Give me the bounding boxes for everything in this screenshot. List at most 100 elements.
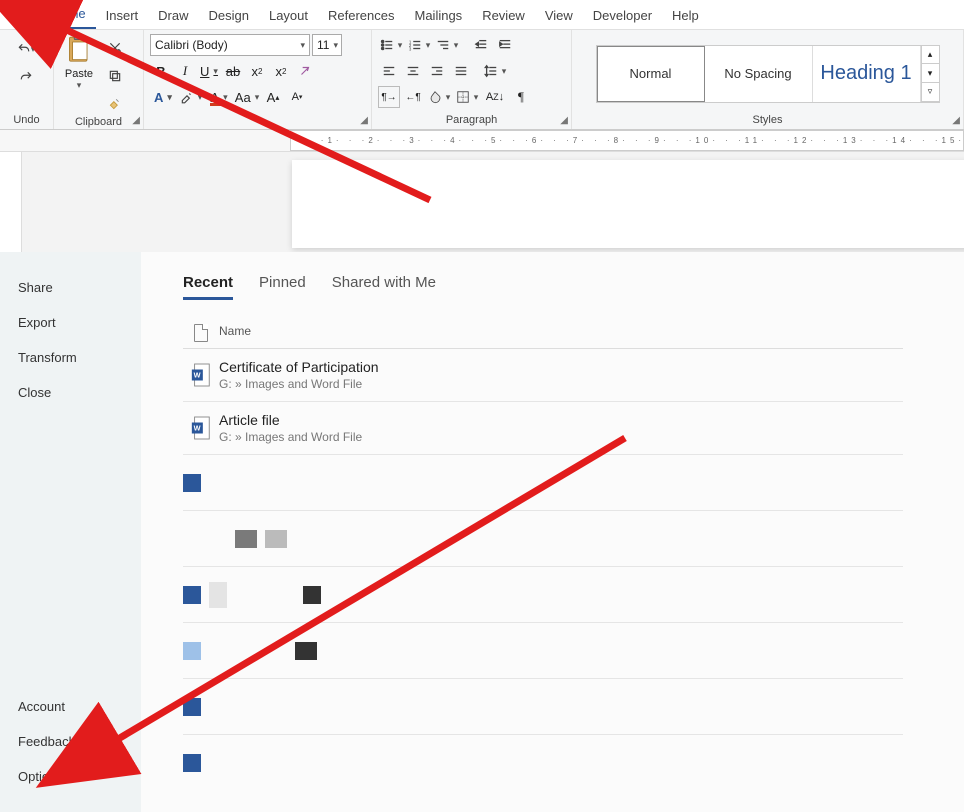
menu-tab-layout[interactable]: Layout — [259, 3, 318, 29]
gallery-up-icon[interactable]: ▴ — [922, 46, 939, 65]
recent-file-list: Name W Certificate of Participation G: »… — [183, 318, 903, 791]
file-row[interactable]: W Article file G: » Images and Word File — [183, 402, 903, 455]
document-page[interactable] — [292, 160, 964, 248]
menu-tab-references[interactable]: References — [318, 3, 404, 29]
font-family-combo[interactable]: Calibri (Body) ▾ — [150, 34, 310, 56]
paste-dropdown[interactable]: ▾ — [60, 80, 98, 91]
increase-indent-button[interactable] — [494, 34, 516, 56]
group-undo: ▾ Undo — [0, 30, 54, 129]
word-doc-icon: W — [190, 362, 212, 388]
sidebar-item-close[interactable]: Close — [0, 375, 141, 410]
menu-tab-review[interactable]: Review — [472, 3, 535, 29]
svg-text:W: W — [194, 424, 201, 433]
group-label-styles: Styles — [578, 113, 957, 128]
sidebar-item-options[interactable]: Options — [0, 759, 141, 794]
rtl-button[interactable]: ←¶ — [402, 86, 424, 108]
menu-tab-draw[interactable]: Draw — [148, 3, 198, 29]
file-name: Certificate of Participation — [219, 359, 903, 375]
menu-tab-developer[interactable]: Developer — [583, 3, 662, 29]
menu-tab-view[interactable]: View — [535, 3, 583, 29]
group-label-paragraph: Paragraph — [378, 113, 565, 128]
menu-tab-help[interactable]: Help — [662, 3, 709, 29]
font-family-value: Calibri (Body) — [155, 38, 228, 52]
sort-button[interactable]: AZ↓ — [482, 86, 508, 108]
borders-button[interactable]: ▾ — [454, 86, 480, 108]
word-doc-icon: W — [190, 415, 212, 441]
tab-pinned[interactable]: Pinned — [259, 274, 306, 300]
menu-tab-home[interactable]: Home — [41, 1, 96, 29]
paste-label: Paste — [60, 68, 98, 80]
clipboard-launcher-icon[interactable]: ◢ — [132, 115, 140, 126]
vertical-ruler[interactable] — [0, 152, 22, 252]
gallery-down-icon[interactable]: ▾ — [922, 64, 939, 83]
backstage-tabs: Recent Pinned Shared with Me — [165, 274, 964, 300]
font-size-combo[interactable]: 11 ▾ — [312, 34, 342, 56]
sidebar-item-export[interactable]: Export — [0, 305, 141, 340]
group-font: Calibri (Body) ▾ 11 ▾ B I U▾ ab x2 x2 — [144, 30, 372, 129]
menu-tab-mailings[interactable]: Mailings — [405, 3, 473, 29]
superscript-button[interactable]: x2 — [270, 60, 292, 82]
change-case-button[interactable]: Aa▾ — [234, 86, 260, 108]
justify-button[interactable] — [450, 60, 472, 82]
styles-launcher-icon[interactable]: ◢ — [952, 115, 960, 126]
menu-tab-insert[interactable]: Insert — [96, 3, 149, 29]
clear-format-button[interactable] — [294, 60, 316, 82]
name-col-header[interactable]: Name — [219, 324, 903, 342]
align-center-button[interactable] — [402, 60, 424, 82]
text-effects-button[interactable]: A▾ — [150, 86, 176, 108]
backstage-sidebar: Share Export Transform Close Account Fee… — [0, 252, 141, 812]
highlight-button[interactable]: ▾ — [178, 86, 204, 108]
tab-recent[interactable]: Recent — [183, 274, 233, 300]
shading-button[interactable]: ▾ — [426, 86, 452, 108]
style-tile-no-spacing[interactable]: No Spacing — [705, 46, 813, 102]
backstage-main: Recent Pinned Shared with Me Name W Cert… — [141, 252, 964, 812]
line-spacing-button[interactable]: ▾ — [482, 60, 508, 82]
menu-bar: File Home Insert Draw Design Layout Refe… — [0, 0, 964, 30]
file-path: G: » Images and Word File — [219, 430, 903, 444]
menu-tab-file[interactable]: File — [6, 3, 41, 29]
file-row[interactable]: W Certificate of Participation G: » Imag… — [183, 349, 903, 402]
cut-button[interactable] — [104, 37, 126, 59]
undo-button[interactable]: ▾ — [15, 38, 37, 60]
multilevel-list-button[interactable]: ▾ — [434, 34, 460, 56]
file-path: G: » Images and Word File — [219, 377, 903, 391]
format-painter-button[interactable] — [104, 93, 126, 115]
decrease-indent-button[interactable] — [470, 34, 492, 56]
grow-font-button[interactable]: A▴ — [262, 86, 284, 108]
bullets-button[interactable]: ▾ — [378, 34, 404, 56]
copy-button[interactable] — [104, 65, 126, 87]
redo-button[interactable] — [15, 66, 37, 88]
tab-shared[interactable]: Shared with Me — [332, 274, 436, 300]
paste-button[interactable]: Paste ▾ — [60, 34, 98, 91]
backstage-view: Share Export Transform Close Account Fee… — [0, 252, 964, 812]
sidebar-item-account[interactable]: Account — [0, 689, 141, 724]
align-right-button[interactable] — [426, 60, 448, 82]
group-clipboard: Paste ▾ Clipboard ◢ — [54, 30, 144, 129]
subscript-button[interactable]: x2 — [246, 60, 268, 82]
align-left-button[interactable] — [378, 60, 400, 82]
strikethrough-button[interactable]: ab — [222, 60, 244, 82]
style-tile-heading-1[interactable]: Heading 1 — [813, 46, 921, 102]
sidebar-item-feedback[interactable]: Feedback — [0, 724, 141, 759]
italic-button[interactable]: I — [174, 60, 196, 82]
group-label-clipboard: Clipboard — [60, 115, 137, 130]
horizontal-ruler[interactable]: · · ·1· · ·2· · ·3· · ·4· · ·5· · ·6· · … — [290, 130, 964, 151]
sidebar-item-share[interactable]: Share — [0, 270, 141, 305]
gallery-more-icon[interactable]: ▿ — [922, 83, 939, 102]
styles-gallery: Normal No Spacing Heading 1 ▴ ▾ ▿ — [596, 45, 940, 103]
font-color-button[interactable]: A▾ — [206, 86, 232, 108]
underline-button[interactable]: U▾ — [198, 60, 220, 82]
paragraph-launcher-icon[interactable]: ◢ — [560, 115, 568, 126]
bold-button[interactable]: B — [150, 60, 172, 82]
font-launcher-icon[interactable]: ◢ — [360, 115, 368, 126]
ltr-button[interactable]: ¶→ — [378, 86, 400, 108]
ruler-row: · · ·1· · ·2· · ·3· · ·4· · ·5· · ·6· · … — [0, 130, 964, 152]
show-marks-button[interactable]: ¶ — [510, 86, 532, 108]
numbering-button[interactable]: 123▾ — [406, 34, 432, 56]
file-list-header: Name — [183, 318, 903, 349]
shrink-font-button[interactable]: A▾ — [286, 86, 308, 108]
menu-tab-design[interactable]: Design — [199, 3, 259, 29]
sidebar-item-transform[interactable]: Transform — [0, 340, 141, 375]
style-tile-normal[interactable]: Normal — [597, 46, 705, 102]
doc-header-icon — [194, 324, 208, 342]
